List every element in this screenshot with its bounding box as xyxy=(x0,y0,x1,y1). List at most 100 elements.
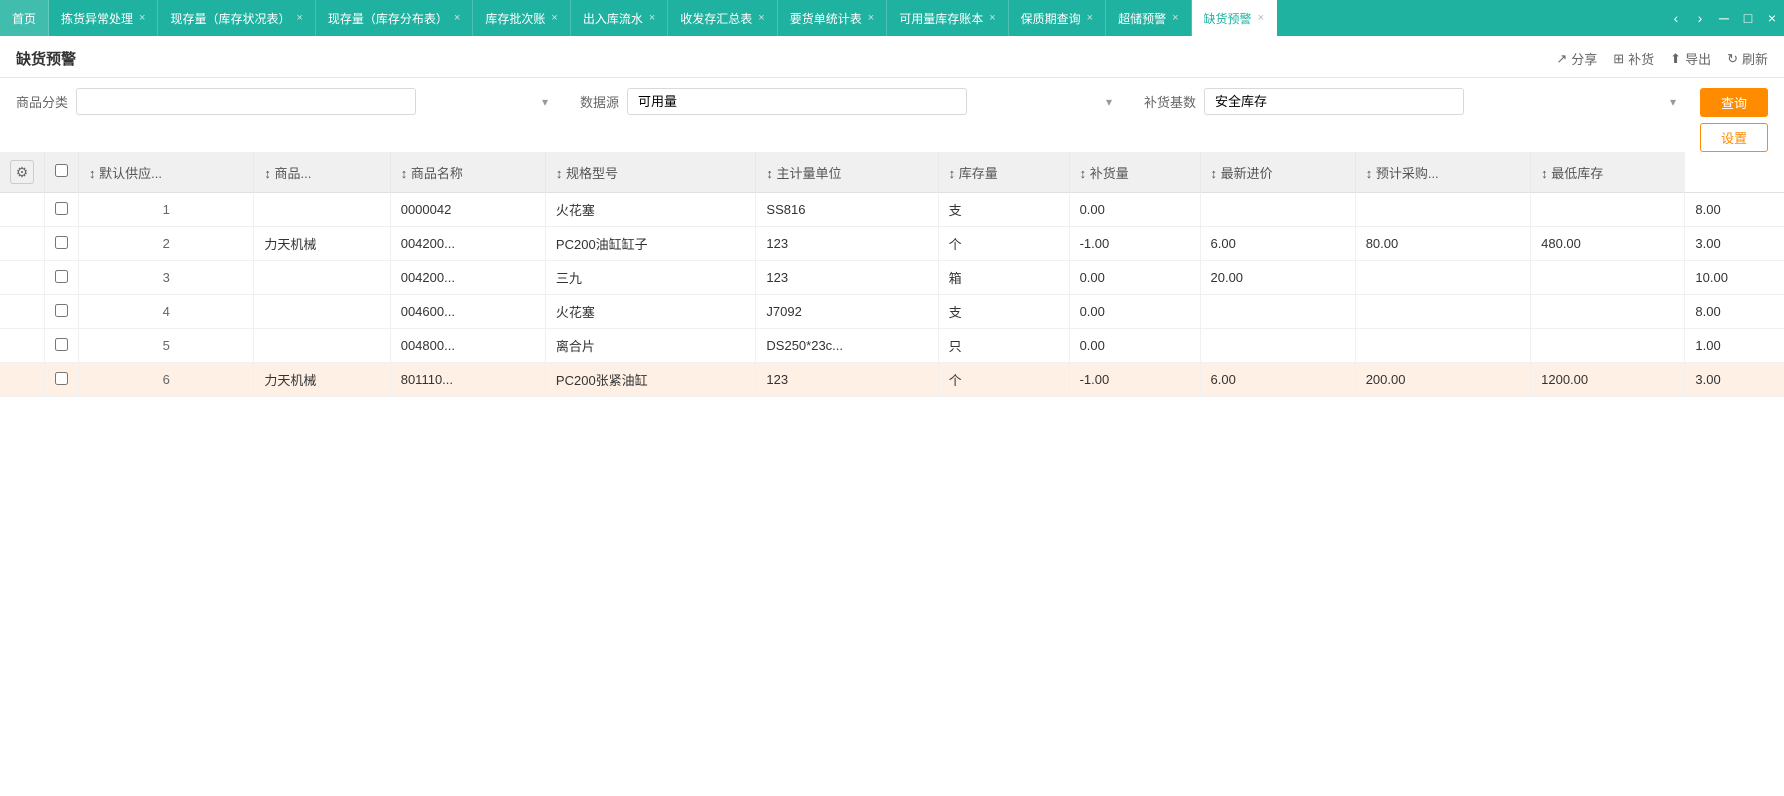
row-checkbox[interactable] xyxy=(55,202,68,215)
tab-close-shortage[interactable]: × xyxy=(1258,12,1264,24)
row-supplier xyxy=(254,329,390,363)
col-product-name[interactable]: ↕ 商品名称 xyxy=(390,152,545,193)
col-latest-price[interactable]: ↕ 最新进价 xyxy=(1200,152,1355,193)
tab-next-btn[interactable]: › xyxy=(1688,0,1712,36)
tab-prev-btn[interactable]: ‹ xyxy=(1664,0,1688,36)
share-button[interactable]: ↗ 分享 xyxy=(1556,49,1597,68)
setting-button[interactable]: 设置 xyxy=(1700,123,1768,152)
tab-expiry[interactable]: 保质期查询 × xyxy=(1009,0,1106,36)
table-gear-icon[interactable]: ⚙ xyxy=(10,160,34,184)
tab-order-stats[interactable]: 要货单统计表× xyxy=(778,0,887,36)
tab-close-order-stats[interactable]: × xyxy=(868,12,874,24)
row-product-name: PC200油缸缸子 xyxy=(545,227,755,261)
row-gear-cell xyxy=(0,193,45,227)
row-num: 3 xyxy=(79,261,254,295)
tab-inventory-status[interactable]: 现存量（库存状况表）× xyxy=(158,0,315,36)
tab-inout-flow[interactable]: 出入库流水 × xyxy=(571,0,668,36)
tab-label-inventory-dist: 现存量（库存分布表） xyxy=(328,10,448,27)
row-gear-cell xyxy=(0,295,45,329)
tab-close-btn[interactable]: × xyxy=(1760,0,1784,36)
tab-bar: 首页拣货异常处理×现存量（库存状况表）×现存量（库存分布表）×库存批次账×出入库… xyxy=(0,0,1784,36)
row-checkbox-cell xyxy=(45,261,79,295)
row-latest-price: 80.00 xyxy=(1355,227,1530,261)
table-wrap: ⚙ ↕ 默认供应... ↕ 商品... ↕ 商品 xyxy=(0,152,1784,397)
row-min-stock: 8.00 xyxy=(1685,193,1784,227)
export-button[interactable]: ⬆ 导出 xyxy=(1670,49,1711,68)
tab-exception[interactable]: 拣货异常处理× xyxy=(49,0,158,36)
restock-button[interactable]: ⊞ 补货 xyxy=(1613,49,1654,68)
tab-label-collect-summary: 收发存汇总表 xyxy=(680,10,752,27)
tab-close-exception[interactable]: × xyxy=(139,12,145,24)
select-all-checkbox[interactable] xyxy=(55,164,68,177)
row-checkbox[interactable] xyxy=(55,236,68,249)
row-product-code: 801110... xyxy=(390,363,545,397)
tab-close-inout-flow[interactable]: × xyxy=(649,12,655,24)
col-supplier[interactable]: ↕ 默认供应... xyxy=(79,152,254,193)
tab-inventory-dist[interactable]: 现存量（库存分布表） × xyxy=(316,0,473,36)
tab-overstock[interactable]: 超储预警× xyxy=(1106,0,1191,36)
datasource-select[interactable]: 可用量 xyxy=(627,88,967,115)
col-unit[interactable]: ↕ 主计量单位 xyxy=(756,152,938,193)
col-product-code[interactable]: ↕ 商品... xyxy=(254,152,390,193)
row-product-name: 离合片 xyxy=(545,329,755,363)
replenish-label: 补货基数 xyxy=(1144,92,1196,111)
row-gear-cell xyxy=(0,227,45,261)
tab-available-ledger[interactable]: 可用量库存账本× xyxy=(887,0,1008,36)
tab-close-batch-account[interactable]: × xyxy=(551,12,557,24)
row-estimated-purchase xyxy=(1531,261,1685,295)
tab-batch-account[interactable]: 库存批次账 × xyxy=(473,0,570,36)
table-row: 6 力天机械 801110... PC200张紧油缸 123 个 -1.00 6… xyxy=(0,363,1784,397)
col-estimated-purchase[interactable]: ↕ 预计采购... xyxy=(1355,152,1530,193)
row-spec: DS250*23c... xyxy=(756,329,938,363)
row-min-stock: 3.00 xyxy=(1685,363,1784,397)
row-checkbox[interactable] xyxy=(55,338,68,351)
table-row: 5 004800... 离合片 DS250*23c... 只 0.00 1.00 xyxy=(0,329,1784,363)
row-unit: 支 xyxy=(938,295,1069,329)
replenish-select[interactable]: 安全库存 xyxy=(1204,88,1464,115)
col-spec[interactable]: ↕ 规格型号 xyxy=(545,152,755,193)
row-replenish xyxy=(1200,295,1355,329)
col-replenish[interactable]: ↕ 补货量 xyxy=(1069,152,1200,193)
tab-close-expiry[interactable]: × xyxy=(1087,12,1093,24)
row-checkbox-cell xyxy=(45,295,79,329)
row-unit: 支 xyxy=(938,193,1069,227)
filter-bar: 商品分类 数据源 可用量 补货基数 安全库存 xyxy=(0,78,1784,152)
row-checkbox[interactable] xyxy=(55,372,68,385)
row-unit: 只 xyxy=(938,329,1069,363)
row-latest-price xyxy=(1355,295,1530,329)
col-stock[interactable]: ↕ 库存量 xyxy=(938,152,1069,193)
row-estimated-purchase: 1200.00 xyxy=(1531,363,1685,397)
row-stock: 0.00 xyxy=(1069,329,1200,363)
tab-close-overstock[interactable]: × xyxy=(1172,12,1178,24)
table-row: 2 力天机械 004200... PC200油缸缸子 123 个 -1.00 6… xyxy=(0,227,1784,261)
col-min-stock[interactable]: ↕ 最低库存 xyxy=(1531,152,1685,193)
tab-home[interactable]: 首页 xyxy=(0,0,49,36)
tab-close-available-ledger[interactable]: × xyxy=(989,12,995,24)
row-min-stock: 3.00 xyxy=(1685,227,1784,261)
row-stock: 0.00 xyxy=(1069,261,1200,295)
tab-label-inout-flow: 出入库流水 xyxy=(583,10,643,27)
table-row: 4 004600... 火花塞 J7092 支 0.00 8.00 xyxy=(0,295,1784,329)
refresh-button[interactable]: ↻ 刷新 xyxy=(1727,49,1768,68)
row-checkbox-cell xyxy=(45,329,79,363)
category-select[interactable] xyxy=(76,88,416,115)
tab-collect-summary[interactable]: 收发存汇总表 × xyxy=(668,0,777,36)
tab-shortage[interactable]: 缺货预警× xyxy=(1192,0,1277,36)
tab-label-batch-account: 库存批次账 xyxy=(485,10,545,27)
query-button[interactable]: 查询 xyxy=(1700,88,1768,117)
tab-close-inventory-dist[interactable]: × xyxy=(454,12,460,24)
row-supplier: 力天机械 xyxy=(254,227,390,261)
row-product-code: 004200... xyxy=(390,261,545,295)
row-num: 4 xyxy=(79,295,254,329)
row-checkbox[interactable] xyxy=(55,304,68,317)
tab-close-collect-summary[interactable]: × xyxy=(758,12,764,24)
tab-minimize-btn[interactable]: ─ xyxy=(1712,0,1736,36)
tab-close-inventory-status[interactable]: × xyxy=(296,12,302,24)
row-product-name: 火花塞 xyxy=(545,295,755,329)
datasource-filter-group: 数据源 可用量 xyxy=(580,88,1120,115)
row-num: 1 xyxy=(79,193,254,227)
tab-label-expiry: 保质期查询 xyxy=(1021,10,1081,27)
row-checkbox[interactable] xyxy=(55,270,68,283)
row-gear-cell xyxy=(0,363,45,397)
tab-restore-btn[interactable]: □ xyxy=(1736,0,1760,36)
